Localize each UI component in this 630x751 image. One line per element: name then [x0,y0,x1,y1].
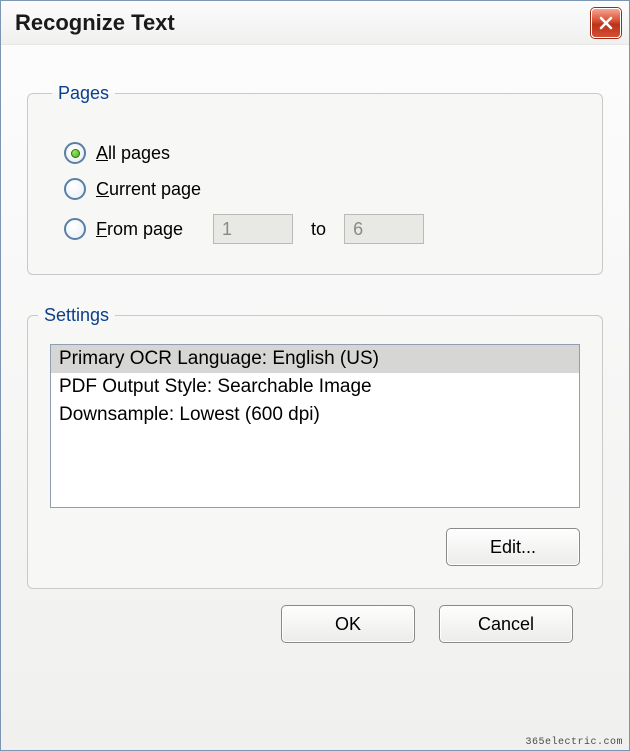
radio-label-current: Current page [96,179,201,200]
radio-from-page[interactable]: From page to [64,214,580,244]
radio-all-pages[interactable]: All pages [64,142,580,164]
close-button[interactable] [591,8,621,38]
dialog-window: Recognize Text Pages All pages Current p… [0,0,630,751]
titlebar: Recognize Text [1,1,629,45]
dialog-buttons: OK Cancel [27,589,603,649]
radio-icon [64,142,86,164]
pages-legend: Pages [52,83,115,104]
watermark: 365electric.com [525,737,623,748]
radio-current-page[interactable]: Current page [64,178,580,200]
settings-listbox[interactable]: Primary OCR Language: English (US) PDF O… [50,344,580,508]
pages-group: Pages All pages Current page From page t… [27,83,603,275]
settings-legend: Settings [38,305,115,326]
list-item[interactable]: Primary OCR Language: English (US) [51,345,579,373]
dialog-body: Pages All pages Current page From page t… [1,45,629,750]
radio-icon [64,218,86,240]
window-title: Recognize Text [15,10,175,36]
list-item[interactable]: Downsample: Lowest (600 dpi) [51,401,579,429]
cancel-button[interactable]: Cancel [439,605,573,643]
close-icon [599,16,613,30]
edit-row: Edit... [50,528,580,566]
page-range: to [213,214,424,244]
edit-button[interactable]: Edit... [446,528,580,566]
radio-label-range: From page [96,219,183,240]
to-label: to [311,219,326,240]
list-item[interactable]: PDF Output Style: Searchable Image [51,373,579,401]
from-page-input [213,214,293,244]
settings-group: Settings Primary OCR Language: English (… [27,305,603,589]
radio-label-all: All pages [96,143,170,164]
to-page-input [344,214,424,244]
ok-button[interactable]: OK [281,605,415,643]
radio-icon [64,178,86,200]
